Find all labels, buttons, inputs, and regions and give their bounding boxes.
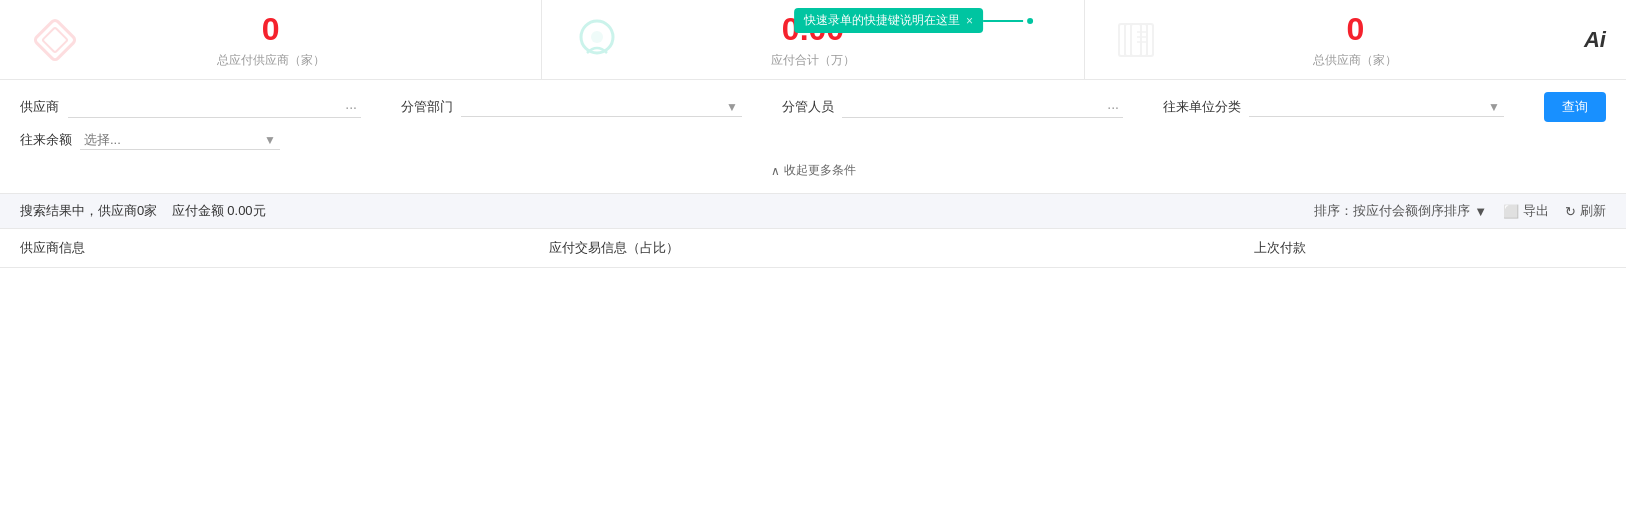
export-icon: ⬜ [1503,204,1519,219]
filter-supplier: 供应商 ··· [20,97,361,118]
export-label: 导出 [1523,202,1549,220]
dept-select-wrap: ▼ [461,97,742,117]
tooltip-dot [1025,16,1035,26]
tooltip-bar: 快速录单的快捷键说明在这里 × [794,8,983,33]
svg-rect-5 [1125,24,1147,56]
supplier-dots[interactable]: ··· [345,99,357,115]
refresh-button[interactable]: ↻ 刷新 [1565,202,1606,220]
dept-chevron-icon: ▼ [726,100,738,114]
filter-row-1: 供应商 ··· 分管部门 ▼ 分管人员 ··· 往来单位分 [20,92,1606,122]
tooltip-text: 快速录单的快捷键说明在这里 [804,12,960,29]
person-input[interactable] [846,99,1107,114]
results-right: 排序：按应付会额倒序排序 ▼ ⬜ 导出 ↻ 刷新 [1314,202,1606,220]
filter-dept: 分管部门 ▼ [401,97,742,117]
category-select-wrap: ▼ [1249,97,1504,117]
results-bar: 搜索结果中，供应商0家 应付金额 0.00元 排序：按应付会额倒序排序 ▼ ⬜ … [0,194,1626,229]
results-left: 搜索结果中，供应商0家 应付金额 0.00元 [20,202,266,220]
summary-card-3: 0 总供应商（家） Ai [1085,0,1626,79]
category-chevron-icon: ▼ [1488,100,1500,114]
collapse-row: ∧ 收起更多条件 [20,158,1606,187]
summary-card-2: 快速录单的快捷键说明在这里 × 0.00 应付合计（万） [542,0,1084,79]
filter-bar: 供应商 ··· 分管部门 ▼ 分管人员 ··· 往来单位分 [0,80,1626,194]
summary-label-2: 应付合计（万） [771,52,855,69]
dept-input[interactable] [465,99,726,114]
results-text: 搜索结果中，供应商0家 [20,203,157,218]
mint-icon [572,15,622,65]
summary-label-1: 总应付供应商（家） [217,52,325,69]
sort-label: 排序：按应付会额倒序排序 [1314,202,1470,220]
balance-select-wrap: ▼ [80,130,280,150]
supplier-label: 供应商 [20,98,60,116]
table-header: 供应商信息 应付交易信息（占比） 上次付款 [0,229,1626,268]
sort-button[interactable]: 排序：按应付会额倒序排序 ▼ [1314,202,1487,220]
dept-label: 分管部门 [401,98,453,116]
ai-badge: Ai [1584,27,1606,53]
th-supplier-info: 供应商信息 [20,239,549,257]
supplier-input-wrap: ··· [68,97,361,118]
diamond-icon [30,15,80,65]
export-button[interactable]: ⬜ 导出 [1503,202,1549,220]
summary-number-3: 0 [1346,10,1364,48]
supplier-input[interactable] [72,99,345,114]
balance-label: 往来余额 [20,131,72,149]
balance-input[interactable] [84,132,264,147]
collapse-chevron-icon: ∧ [771,164,780,178]
category-label: 往来单位分类 [1163,98,1241,116]
person-label: 分管人员 [782,98,834,116]
svg-rect-0 [34,18,76,60]
filter-balance: 往来余额 ▼ [20,130,280,150]
summary-card-1: 0 总应付供应商（家） [0,0,542,79]
collapse-label: 收起更多条件 [784,162,856,179]
summary-number-1: 0 [262,10,280,48]
filter-row-2: 往来余额 ▼ [20,130,1606,150]
balance-chevron-icon: ▼ [264,133,276,147]
collapse-button[interactable]: ∧ 收起更多条件 [771,162,856,179]
refresh-label: 刷新 [1580,202,1606,220]
filter-category: 往来单位分类 ▼ [1163,97,1504,117]
tooltip-close[interactable]: × [966,14,973,28]
svg-rect-1 [42,27,67,52]
th-last-payment: 上次付款 [1254,239,1606,257]
results-amount: 应付金额 0.00元 [172,203,266,218]
person-input-wrap: ··· [842,97,1123,118]
filter-person: 分管人员 ··· [782,97,1123,118]
query-button[interactable]: 查询 [1544,92,1606,122]
svg-point-3 [591,31,603,43]
category-input[interactable] [1253,99,1488,114]
table-body [0,268,1626,515]
person-dots[interactable]: ··· [1107,99,1119,115]
th-transaction-info: 应付交易信息（占比） [549,239,1254,257]
sort-chevron-icon: ▼ [1474,204,1487,219]
summary-label-3: 总供应商（家） [1313,52,1397,69]
refresh-icon: ↻ [1565,204,1576,219]
doc-icon [1115,20,1175,60]
